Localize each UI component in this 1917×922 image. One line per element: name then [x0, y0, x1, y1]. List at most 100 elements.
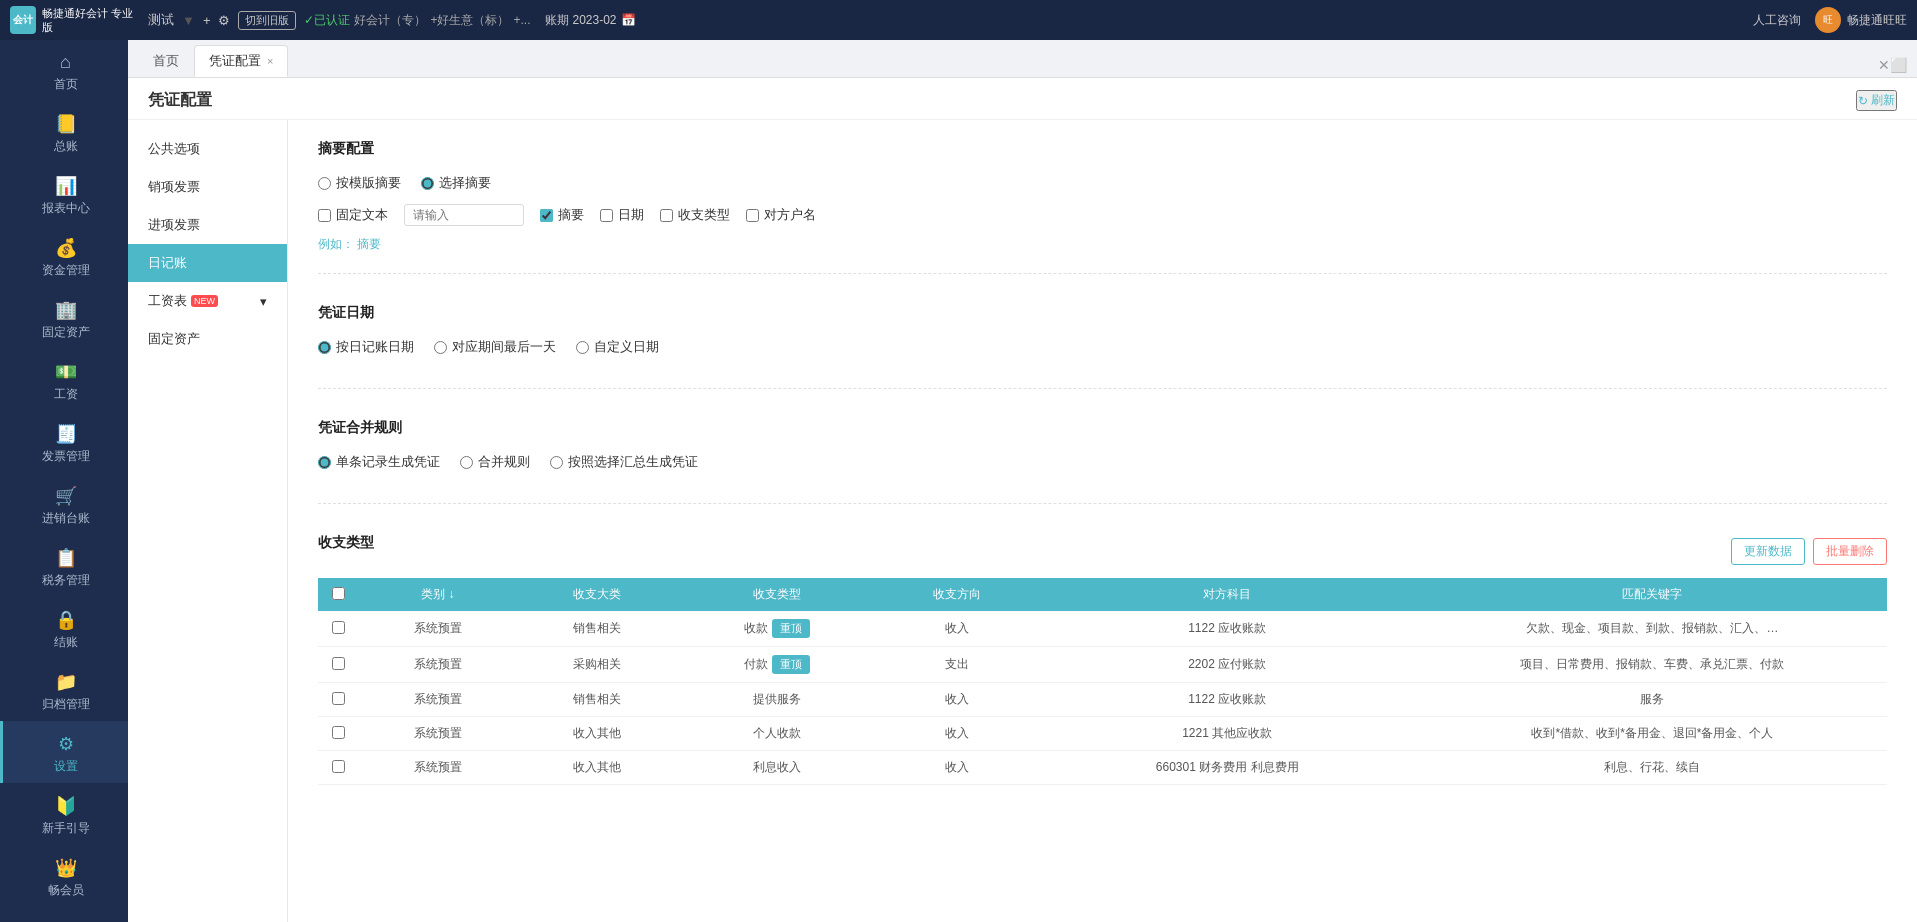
- sidebar-item-salary[interactable]: 💵 工资: [0, 349, 128, 411]
- sidebar-item-funds[interactable]: 💰 资金管理: [0, 225, 128, 287]
- radio-custom-date-label: 自定义日期: [594, 338, 659, 356]
- checkbox-summary[interactable]: 摘要: [540, 206, 584, 224]
- checkbox-summary-input[interactable]: [540, 209, 553, 222]
- checkbox-counterparty-label: 对方户名: [764, 206, 816, 224]
- checkbox-income-type[interactable]: 收支类型: [660, 206, 730, 224]
- radio-single-input[interactable]: [318, 456, 331, 469]
- radio-template[interactable]: 按模版摘要: [318, 174, 401, 192]
- table-row: 系统预置 采购相关 付款 重顶 支出 2202 应付账款 项目、日常费用、报销款…: [318, 647, 1887, 683]
- radio-summary-input[interactable]: [550, 456, 563, 469]
- left-menu-journal[interactable]: 日记账: [128, 244, 287, 282]
- fixed-text-input[interactable]: [404, 204, 524, 226]
- sidebar-item-settings[interactable]: ⚙ 设置: [0, 721, 128, 783]
- archive-icon: 📁: [55, 671, 77, 693]
- switch-version-btn[interactable]: 切到旧版: [238, 11, 296, 30]
- left-menu-sales-invoice[interactable]: 销项发票: [128, 168, 287, 206]
- radio-merge[interactable]: 合并规则: [460, 453, 530, 471]
- radio-template-label: 按模版摘要: [336, 174, 401, 192]
- sidebar-item-close[interactable]: 🔒 结账: [0, 597, 128, 659]
- td-direction-4: 收入: [877, 717, 1036, 751]
- ledger-icon: 📒: [55, 113, 77, 135]
- batch-delete-btn[interactable]: 批量删除: [1813, 538, 1887, 565]
- td-type-3: 提供服务: [677, 683, 877, 717]
- radio-choose[interactable]: 选择摘要: [421, 174, 491, 192]
- sidebar-item-assets[interactable]: 🏢 固定资产: [0, 287, 128, 349]
- sidebar-item-purchase[interactable]: 🛒 进销台账: [0, 473, 128, 535]
- refresh-btn[interactable]: ↻ 刷新: [1856, 90, 1897, 111]
- radio-last-day[interactable]: 对应期间最后一天: [434, 338, 556, 356]
- update-data-btn[interactable]: 更新数据: [1731, 538, 1805, 565]
- radio-last-day-input[interactable]: [434, 341, 447, 354]
- sidebar-item-invoice[interactable]: 🧾 发票管理: [0, 411, 128, 473]
- checkbox-counterparty-input[interactable]: [746, 209, 759, 222]
- sidebar-item-tax[interactable]: 📋 税务管理: [0, 535, 128, 597]
- sidebar-label-ledger: 总账: [54, 138, 78, 155]
- td-keyword-3: 服务: [1418, 683, 1887, 717]
- th-major: 收支大类: [517, 578, 676, 611]
- reset-btn-2[interactable]: 重顶: [772, 655, 810, 674]
- table-row: 系统预置 销售相关 收款 重顶 收入 1122 应收账款 欠款、现金、项目款、到…: [318, 611, 1887, 647]
- sidebar-item-reports[interactable]: 📊 报表中心: [0, 163, 128, 225]
- reset-btn-1[interactable]: 重顶: [772, 619, 810, 638]
- table-header-row: 收支类型 更新数据 批量删除: [318, 534, 1887, 568]
- maximize-window-btn[interactable]: ⬜: [1890, 57, 1907, 73]
- left-menu-public-label: 公共选项: [148, 140, 200, 158]
- sidebar-item-archive[interactable]: 📁 归档管理: [0, 659, 128, 721]
- tab-voucher-config[interactable]: 凭证配置 ×: [194, 45, 288, 77]
- tab-home[interactable]: 首页: [138, 45, 194, 77]
- row-checkbox-4[interactable]: [332, 726, 345, 739]
- left-menu-salary[interactable]: 工资表 NEW ▾: [128, 282, 287, 320]
- th-type: 收支类型: [677, 578, 877, 611]
- left-menu-purchase-invoice[interactable]: 进项发票: [128, 206, 287, 244]
- income-title: 收支类型: [318, 534, 374, 552]
- sidebar-item-member[interactable]: 👑 畅会员: [0, 845, 128, 907]
- checkbox-fixed-text-input[interactable]: [318, 209, 331, 222]
- select-all-checkbox[interactable]: [332, 587, 345, 600]
- checkbox-fixed-text[interactable]: 固定文本: [318, 206, 388, 224]
- top-bar-right: 人工咨询 旺 畅捷通旺旺: [1753, 7, 1907, 33]
- checkbox-date[interactable]: 日期: [600, 206, 644, 224]
- checkbox-counterparty[interactable]: 对方户名: [746, 206, 816, 224]
- checkbox-summary-label: 摘要: [558, 206, 584, 224]
- radio-journal-date-input[interactable]: [318, 341, 331, 354]
- left-menu-public[interactable]: 公共选项: [128, 130, 287, 168]
- add-btn[interactable]: +: [203, 13, 211, 28]
- user-area: 旺 畅捷通旺旺: [1815, 7, 1907, 33]
- tab-close-btn[interactable]: ×: [267, 55, 273, 67]
- row-checkbox-5[interactable]: [332, 760, 345, 773]
- consult-link[interactable]: 人工咨询: [1753, 12, 1801, 29]
- calendar-icon[interactable]: 📅: [621, 13, 636, 27]
- left-menu-fixed-assets[interactable]: 固定资产: [128, 320, 287, 358]
- close-window-btn[interactable]: ✕: [1878, 57, 1890, 73]
- td-direction-3: 收入: [877, 683, 1036, 717]
- left-menu-fixed-assets-label: 固定资产: [148, 330, 200, 348]
- sidebar-item-guide[interactable]: 🔰 新手引导: [0, 783, 128, 845]
- checkbox-date-input[interactable]: [600, 209, 613, 222]
- top-bar-content: 测试 ▼ + ⚙ 切到旧版 ✓已认证 好会计（专） +好生意（标） +... 账…: [138, 11, 1753, 30]
- td-type-2: 付款 重顶: [677, 647, 877, 683]
- radio-journal-date[interactable]: 按日记账日期: [318, 338, 414, 356]
- row-checkbox-2[interactable]: [332, 657, 345, 670]
- sidebar-item-ledger[interactable]: 📒 总账: [0, 101, 128, 163]
- settings-btn[interactable]: ⚙: [218, 13, 230, 28]
- checkbox-income-type-input[interactable]: [660, 209, 673, 222]
- tab-bar: 首页 凭证配置 × ✕ ⬜: [128, 40, 1917, 78]
- summary-checkbox-row: 固定文本 摘要 日期: [318, 204, 1887, 226]
- radio-summary-label: 按照选择汇总生成凭证: [568, 453, 698, 471]
- sidebar-item-home[interactable]: ⌂ 首页: [0, 40, 128, 101]
- table-header: 类别 ↓ 收支大类 收支类型 收支方向 对方科目 匹配关键字: [318, 578, 1887, 611]
- radio-choose-input[interactable]: [421, 177, 434, 190]
- user-name: 畅捷通旺旺: [1847, 12, 1907, 29]
- radio-custom-date[interactable]: 自定义日期: [576, 338, 659, 356]
- radio-summary[interactable]: 按照选择汇总生成凭证: [550, 453, 698, 471]
- row-checkbox-3[interactable]: [332, 692, 345, 705]
- row-checkbox-1[interactable]: [332, 621, 345, 634]
- radio-merge-input[interactable]: [460, 456, 473, 469]
- td-category-4: 系统预置: [358, 717, 517, 751]
- th-checkbox: [318, 578, 358, 611]
- sidebar-label-reports: 报表中心: [42, 200, 90, 217]
- td-account-1: 1122 应收账款: [1036, 611, 1418, 647]
- radio-single[interactable]: 单条记录生成凭证: [318, 453, 440, 471]
- radio-template-input[interactable]: [318, 177, 331, 190]
- radio-custom-date-input[interactable]: [576, 341, 589, 354]
